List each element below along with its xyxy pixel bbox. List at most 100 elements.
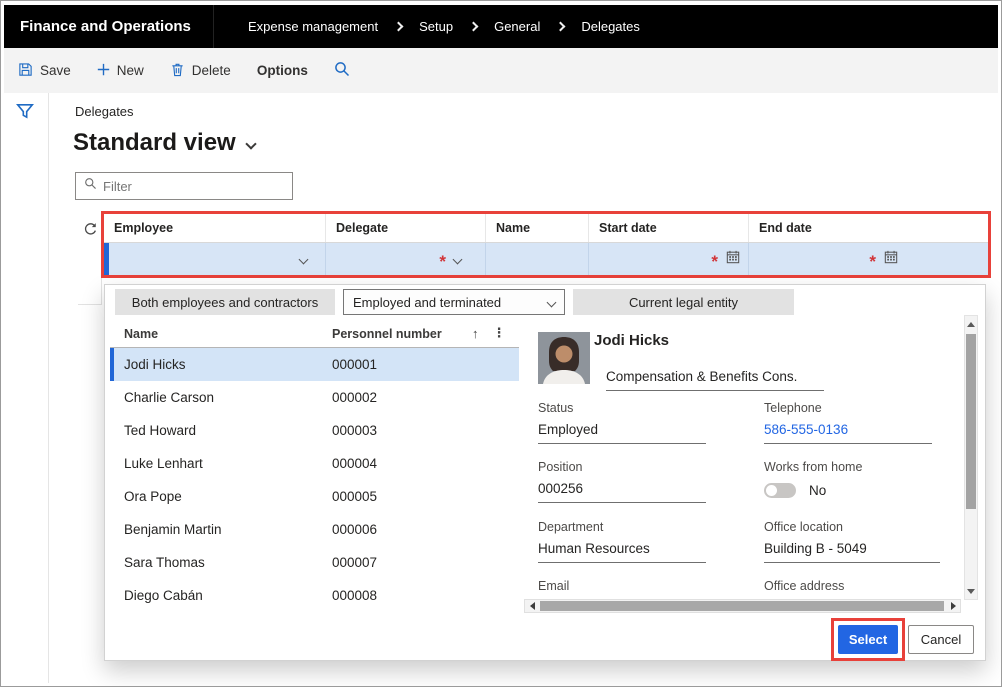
annotation-grid-row: Employee Delegate Name Start date End da… bbox=[101, 211, 991, 278]
field-works-from-home: Works from home No bbox=[764, 460, 932, 498]
view-selector[interactable]: Standard view bbox=[73, 129, 255, 157]
employee-name: Jodi Hicks bbox=[110, 357, 332, 372]
grid-row-header-cell bbox=[78, 278, 102, 305]
employment-status-dropdown[interactable]: Employed and terminated bbox=[343, 289, 565, 315]
personnel-number: 000001 bbox=[332, 357, 519, 372]
field-label: Works from home bbox=[764, 460, 932, 474]
table-row[interactable]: Diego Cabán 000008 bbox=[110, 579, 519, 612]
view-title-text: Standard view bbox=[73, 129, 236, 157]
column-options-icon[interactable]: ⋮ bbox=[493, 326, 506, 341]
start-date-cell[interactable]: * bbox=[589, 243, 749, 275]
personnel-number: 000006 bbox=[332, 522, 519, 537]
field-label: Email bbox=[538, 579, 706, 593]
breadcrumb-item-delegates[interactable]: Delegates bbox=[581, 19, 640, 34]
employee-job-title-field: Compensation & Benefits Cons. bbox=[606, 369, 824, 391]
select-button[interactable]: Select bbox=[838, 625, 898, 654]
column-header-start-date[interactable]: Start date bbox=[589, 214, 749, 242]
column-header-personnel-number[interactable]: Personnel number bbox=[332, 327, 472, 341]
app-title[interactable]: Finance and Operations bbox=[4, 5, 214, 48]
new-button[interactable]: New bbox=[97, 63, 144, 79]
field-value: Employed bbox=[538, 422, 706, 444]
employee-name: Charlie Carson bbox=[110, 390, 332, 405]
employee-lookup-flyout: Both employees and contractors Employed … bbox=[104, 284, 986, 661]
table-row[interactable]: Ora Pope 000005 bbox=[110, 480, 519, 513]
end-date-cell[interactable]: * bbox=[749, 243, 988, 275]
breadcrumb-item-general[interactable]: General bbox=[494, 19, 540, 34]
field-value: Human Resources bbox=[538, 541, 706, 563]
scroll-up-icon[interactable] bbox=[965, 318, 977, 330]
top-nav-bar: Finance and Operations Expense managemen… bbox=[4, 5, 998, 48]
table-row[interactable]: Jodi Hicks 000001 bbox=[110, 348, 519, 381]
app-window: Finance and Operations Expense managemen… bbox=[0, 0, 1002, 687]
column-header-name[interactable]: Name bbox=[486, 214, 589, 242]
employee-name-heading: Jodi Hicks bbox=[594, 332, 669, 349]
required-marker: * bbox=[869, 257, 876, 267]
required-marker: * bbox=[711, 257, 718, 267]
chevron-right-icon bbox=[394, 22, 404, 32]
delegate-lookup-cell[interactable]: * bbox=[326, 243, 486, 275]
table-row[interactable]: Sara Thomas 000007 bbox=[110, 546, 519, 579]
chevron-down-icon bbox=[245, 138, 256, 149]
table-row[interactable]: Benjamin Martin 000006 bbox=[110, 513, 519, 546]
breadcrumb: Expense management Setup General Delegat… bbox=[248, 19, 640, 34]
works-from-home-toggle[interactable] bbox=[764, 483, 796, 498]
field-office-location: Office location Building B - 5049 bbox=[764, 520, 940, 563]
grid-filter-input[interactable] bbox=[103, 179, 284, 194]
search-button[interactable] bbox=[334, 61, 350, 80]
breadcrumb-item-expense-management[interactable]: Expense management bbox=[248, 19, 378, 34]
legal-entity-filter-button[interactable]: Current legal entity bbox=[573, 289, 794, 315]
horizontal-scrollbar-thumb[interactable] bbox=[540, 601, 944, 611]
column-header-delegate[interactable]: Delegate bbox=[326, 214, 486, 242]
cancel-button[interactable]: Cancel bbox=[908, 625, 974, 654]
scroll-right-icon[interactable] bbox=[947, 600, 959, 612]
page-caption: Delegates bbox=[75, 104, 134, 119]
vertical-scrollbar[interactable] bbox=[964, 315, 978, 600]
name-cell[interactable] bbox=[486, 243, 589, 275]
required-marker: * bbox=[439, 257, 446, 267]
employee-name: Diego Cabán bbox=[110, 588, 332, 603]
breadcrumb-item-setup[interactable]: Setup bbox=[419, 19, 453, 34]
employee-type-filter-button[interactable]: Both employees and contractors bbox=[115, 289, 335, 315]
column-header-end-date[interactable]: End date bbox=[749, 214, 988, 242]
grid-new-record-row: * * * bbox=[104, 243, 988, 275]
employee-name: Sara Thomas bbox=[110, 555, 332, 570]
field-position: Position 000256 bbox=[538, 460, 706, 503]
refresh-icon bbox=[83, 222, 98, 240]
column-header-employee[interactable]: Employee bbox=[104, 214, 326, 242]
save-button[interactable]: Save bbox=[18, 62, 71, 80]
telephone-link[interactable]: 586-555-0136 bbox=[764, 422, 932, 444]
delete-button[interactable]: Delete bbox=[170, 62, 231, 80]
personnel-number: 000007 bbox=[332, 555, 519, 570]
filter-pane-strip bbox=[4, 93, 49, 683]
refresh-button[interactable] bbox=[79, 219, 101, 243]
chevron-down-icon bbox=[547, 297, 557, 307]
table-row[interactable]: Ted Howard 000003 bbox=[110, 414, 519, 447]
personnel-number: 000004 bbox=[332, 456, 519, 471]
grid-header-row: Employee Delegate Name Start date End da… bbox=[104, 214, 988, 243]
table-row[interactable]: Charlie Carson 000002 bbox=[110, 381, 519, 414]
calendar-icon bbox=[726, 250, 740, 269]
plus-icon bbox=[97, 63, 110, 79]
personnel-number: 000008 bbox=[332, 588, 519, 603]
column-header-name[interactable]: Name bbox=[110, 327, 332, 341]
employee-lookup-cell[interactable] bbox=[104, 243, 326, 275]
column-tools: ↑ ⋮ bbox=[472, 326, 519, 341]
grid-filter-box bbox=[75, 172, 293, 200]
horizontal-scrollbar[interactable] bbox=[524, 599, 961, 613]
vertical-scrollbar-thumb[interactable] bbox=[966, 334, 976, 509]
trash-icon bbox=[170, 62, 185, 80]
field-department: Department Human Resources bbox=[538, 520, 706, 563]
options-menu[interactable]: Options bbox=[257, 63, 308, 78]
sort-ascending-icon[interactable]: ↑ bbox=[472, 326, 479, 341]
action-toolbar: Save New Delete Options bbox=[4, 48, 998, 93]
employee-name: Luke Lenhart bbox=[110, 456, 332, 471]
search-icon bbox=[334, 61, 350, 80]
scroll-left-icon[interactable] bbox=[526, 600, 538, 612]
field-telephone: Telephone 586-555-0136 bbox=[764, 401, 932, 444]
scroll-down-icon[interactable] bbox=[965, 585, 977, 597]
filter-pane-button[interactable] bbox=[16, 102, 34, 123]
search-icon bbox=[84, 177, 97, 195]
field-value: 000256 bbox=[538, 481, 706, 503]
table-row[interactable]: Luke Lenhart 000004 bbox=[110, 447, 519, 480]
field-label: Office location bbox=[764, 520, 940, 534]
